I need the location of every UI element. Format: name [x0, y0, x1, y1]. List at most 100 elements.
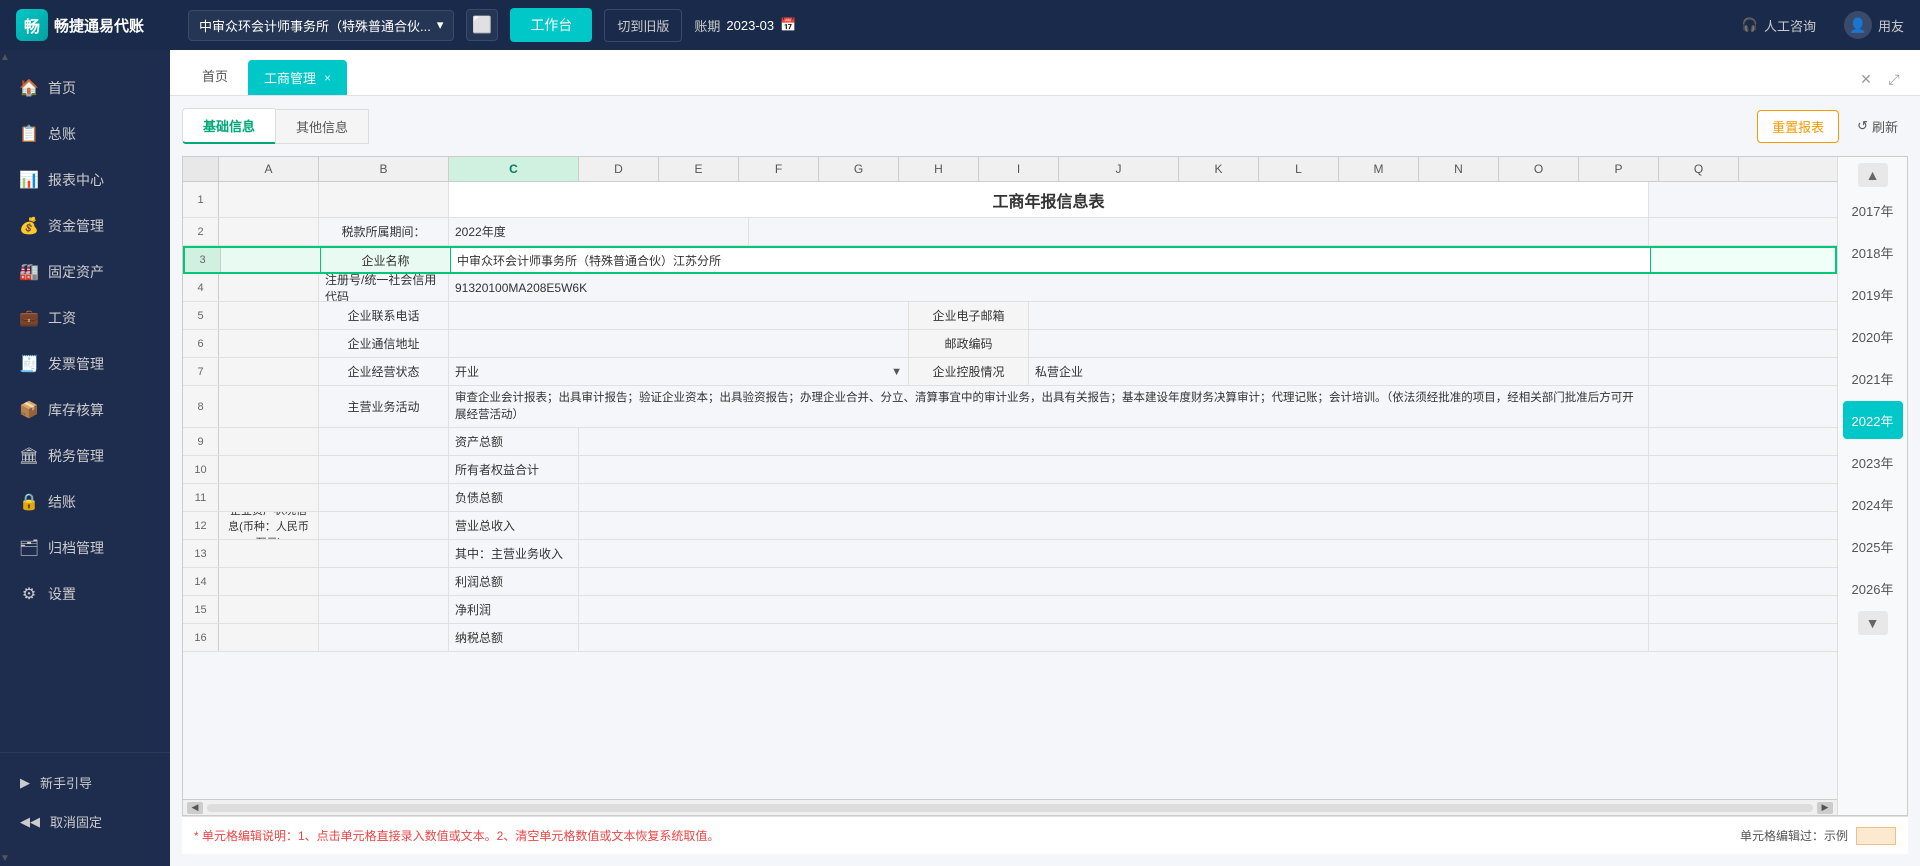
grid-cell[interactable]	[319, 624, 449, 651]
grid-cell[interactable]	[749, 218, 1649, 245]
grid-cell[interactable]	[319, 596, 449, 623]
grid-cell[interactable]	[219, 386, 319, 427]
liab-label-cell[interactable]: 负债总额	[449, 484, 579, 511]
sidebar-item-guide[interactable]: ▶ 新手引导	[0, 763, 170, 802]
user-menu[interactable]: 👤 用友	[1844, 11, 1904, 39]
postal-value-cell[interactable]	[1029, 330, 1649, 357]
grid-cell[interactable]	[219, 274, 319, 301]
grid-cell[interactable]	[219, 456, 319, 483]
postal-label-cell[interactable]: 邮政编码	[909, 330, 1029, 357]
company-name-value-cell[interactable]: 中审众环会计师事务所（特殊普通合伙）江苏分所	[451, 248, 1651, 272]
workbench-button[interactable]: 工作台	[510, 8, 592, 42]
year-item-2023[interactable]: 2023年	[1843, 443, 1903, 481]
stock-label-cell[interactable]: 企业控股情况	[909, 358, 1029, 385]
grid-cell[interactable]	[219, 624, 319, 651]
sidebar-item-archive[interactable]: 🗂 归档管理	[0, 525, 170, 571]
scroll-track[interactable]	[207, 804, 1813, 812]
sidebar-item-invoice[interactable]: 🧾 发票管理	[0, 341, 170, 387]
company-selector[interactable]: 中审众环会计师事务所（特殊普通合伙... ▾	[188, 10, 454, 41]
year-item-2017[interactable]: 2017年	[1843, 191, 1903, 229]
status-label-cell[interactable]: 企业经营状态	[319, 358, 449, 385]
rev-value-cell[interactable]	[579, 512, 1649, 539]
status-value-cell[interactable]: 开业 ▼	[449, 358, 909, 385]
liab-value-cell[interactable]	[579, 484, 1649, 511]
service-button[interactable]: 🎧 人工咨询	[1742, 16, 1816, 35]
grid-cell[interactable]	[219, 484, 319, 511]
equity-value-cell[interactable]	[579, 456, 1649, 483]
sidebar-scroll-down[interactable]: ▼	[0, 851, 10, 866]
equity-label-cell[interactable]: 所有者权益合计	[449, 456, 579, 483]
sidebar-item-tax[interactable]: 🏛 税务管理	[0, 433, 170, 479]
grid-cell[interactable]	[319, 484, 449, 511]
period-value-cell[interactable]: 2022年度	[449, 218, 749, 245]
stock-value-cell[interactable]: 私营企业	[1029, 358, 1649, 385]
assets-label-cell[interactable]: 资产总额	[449, 428, 579, 455]
subtab-basic[interactable]: 基础信息	[182, 108, 275, 144]
year-nav-up[interactable]: ▲	[1858, 163, 1888, 187]
old-version-button[interactable]: 切到旧版	[604, 9, 682, 42]
sidebar-scroll-up[interactable]: ▲	[0, 50, 10, 65]
reg-value-cell[interactable]: 91320100MA208E5W6K	[449, 274, 1649, 301]
sidebar-item-home[interactable]: 🏠 首页	[0, 65, 170, 111]
horizontal-scrollbar[interactable]: ◀ ▶	[183, 799, 1837, 815]
sidebar-item-salary[interactable]: 💼 工资	[0, 295, 170, 341]
year-item-2019[interactable]: 2019年	[1843, 275, 1903, 313]
grid-cell[interactable]	[319, 568, 449, 595]
grid-cell[interactable]	[219, 218, 319, 245]
reg-label-cell[interactable]: 注册号/统一社会信用代码	[319, 274, 449, 301]
subtab-other[interactable]: 其他信息	[275, 109, 369, 144]
grid-cell[interactable]	[219, 330, 319, 357]
sidebar-item-report[interactable]: 📊 报表中心	[0, 157, 170, 203]
sidebar-item-fund[interactable]: 💰 资金管理	[0, 203, 170, 249]
refresh-button[interactable]: ↺ 刷新	[1847, 111, 1908, 142]
sidebar-item-unpin[interactable]: ◀◀ 取消固定	[0, 802, 170, 841]
year-item-2022[interactable]: 2022年	[1843, 401, 1903, 439]
year-item-2024[interactable]: 2024年	[1843, 485, 1903, 523]
contact-value-cell[interactable]	[449, 302, 909, 329]
year-item-2021[interactable]: 2021年	[1843, 359, 1903, 397]
year-item-2026[interactable]: 2026年	[1843, 569, 1903, 607]
grid-cell[interactable]	[219, 302, 319, 329]
net-profit-value-cell[interactable]	[579, 596, 1649, 623]
grid-cell[interactable]	[221, 248, 321, 272]
sidebar-item-settings[interactable]: ⚙ 设置	[0, 571, 170, 617]
grid-cell[interactable]	[319, 456, 449, 483]
tax-value-cell[interactable]	[579, 624, 1649, 651]
main-rev-value-cell[interactable]	[579, 540, 1649, 567]
scroll-left-button[interactable]: ◀	[187, 802, 203, 814]
address-label-cell[interactable]: 企业通信地址	[319, 330, 449, 357]
grid-cell[interactable]	[219, 596, 319, 623]
address-value-cell[interactable]	[449, 330, 909, 357]
grid-cell[interactable]	[219, 540, 319, 567]
tab-gongshang[interactable]: 工商管理 ×	[248, 60, 347, 95]
business-label-cell[interactable]: 主营业务活动	[319, 386, 449, 427]
period-label-cell[interactable]: 税款所属期间：	[319, 218, 449, 245]
grid-cell[interactable]	[219, 182, 319, 217]
business-value-cell[interactable]: 审查企业会计报表；出具审计报告；验证企业资本；出具验资报告；办理企业合并、分立、…	[449, 386, 1649, 427]
year-item-2018[interactable]: 2018年	[1843, 233, 1903, 271]
table-title-cell[interactable]: 工商年报信息表	[449, 182, 1649, 217]
tab-close-button[interactable]: ×	[324, 71, 331, 85]
net-profit-label-cell[interactable]: 净利润	[449, 596, 579, 623]
reset-report-button[interactable]: 重置报表	[1757, 110, 1839, 143]
assets-value-cell[interactable]	[579, 428, 1649, 455]
main-rev-label-cell[interactable]: 其中：主营业务收入	[449, 540, 579, 567]
year-item-2025[interactable]: 2025年	[1843, 527, 1903, 565]
grid-cell[interactable]	[219, 568, 319, 595]
sidebar-item-ledger[interactable]: 📋 总账	[0, 111, 170, 157]
grid-cell[interactable]	[219, 358, 319, 385]
grid-cell[interactable]	[319, 182, 449, 217]
grid-cell[interactable]	[219, 428, 319, 455]
grid-cell[interactable]	[319, 512, 449, 539]
rev-label-cell[interactable]: 营业总收入	[449, 512, 579, 539]
sidebar-item-asset[interactable]: 🏭 固定资产	[0, 249, 170, 295]
calendar-icon[interactable]: 📅	[780, 17, 796, 33]
year-item-2020[interactable]: 2020年	[1843, 317, 1903, 355]
document-icon[interactable]: ⬜	[466, 9, 498, 41]
email-label-cell[interactable]: 企业电子邮箱	[909, 302, 1029, 329]
profit-label-cell[interactable]: 利润总额	[449, 568, 579, 595]
maximize-window-button[interactable]: ⤢	[1884, 69, 1904, 89]
company-name-label-cell[interactable]: 企业名称	[321, 248, 451, 272]
group-label-cell[interactable]: 企业资产状况信息(币种：人民币万元)	[219, 512, 319, 539]
sidebar-item-close[interactable]: 🔒 结账	[0, 479, 170, 525]
